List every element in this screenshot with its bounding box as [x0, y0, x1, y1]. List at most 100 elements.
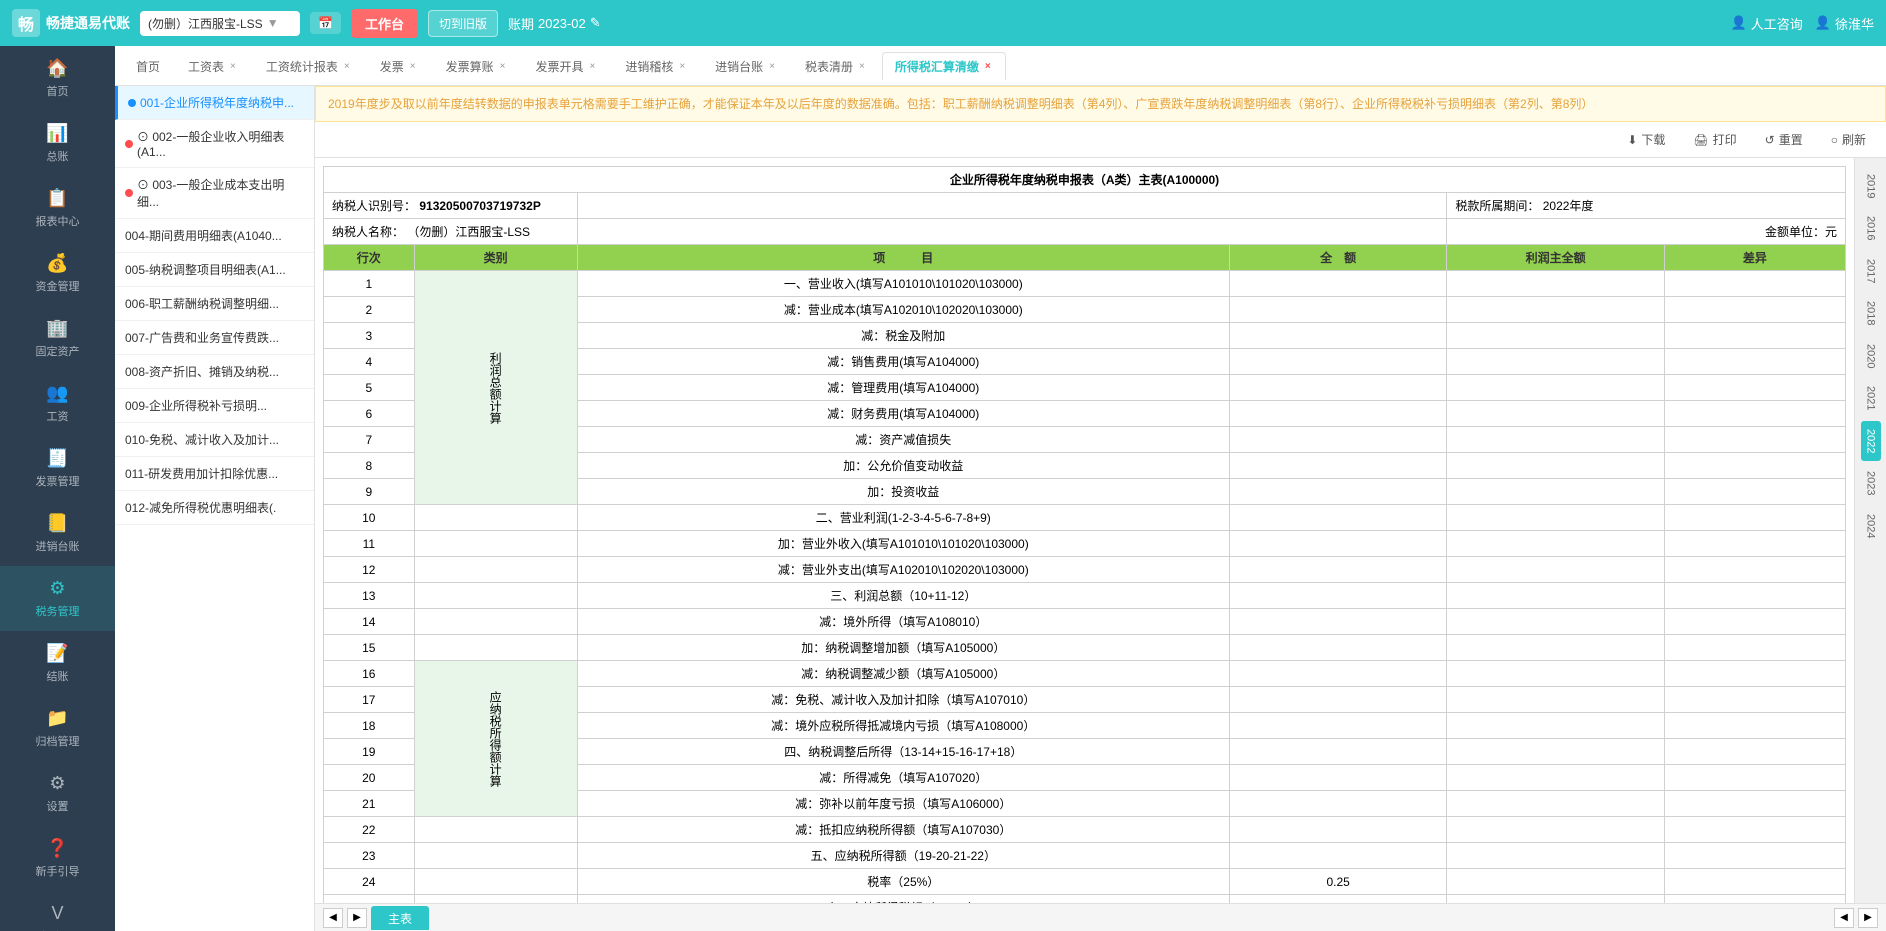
project-9: 加：投资收益	[577, 479, 1229, 505]
tab-sales-audit[interactable]: 进销稽核 ×	[612, 52, 700, 80]
tab-close-sales-audit[interactable]: ×	[677, 61, 687, 72]
row-num-6: 6	[324, 401, 415, 427]
tab-close-invoice-calc[interactable]: ×	[498, 61, 508, 72]
scroll-right-btn[interactable]: ▶	[1858, 908, 1878, 928]
period-label: 账期	[508, 14, 534, 33]
prev-sheet-btn[interactable]: ◀	[323, 908, 343, 928]
tab-close-payroll-stats[interactable]: ×	[342, 61, 352, 72]
app-title: 畅捷通易代账	[46, 13, 130, 33]
diff-5	[1664, 375, 1845, 401]
category-empty-23	[414, 843, 577, 869]
left-panel-item-009[interactable]: 009-企业所得税补亏损明...	[115, 389, 314, 423]
tab-home[interactable]: 首页	[123, 52, 173, 80]
amount-14	[1229, 609, 1446, 635]
settings-icon: ⚙	[49, 773, 65, 794]
tax-period-label: 税款所属期间：	[1455, 199, 1539, 213]
sidebar-item-member[interactable]: V 畅会员	[0, 891, 115, 931]
scroll-left-btn[interactable]: ◀	[1834, 908, 1854, 928]
left-panel-item-006[interactable]: 006-职工薪酬纳税调整明细...	[115, 287, 314, 321]
diff-4	[1664, 349, 1845, 375]
tab-sales-ledger[interactable]: 进销台账 ×	[702, 52, 790, 80]
left-item-label-008: 008-资产折旧、摊销及纳税...	[125, 363, 279, 380]
print-icon: 🖨	[1693, 133, 1708, 147]
left-panel-item-012[interactable]: 012-减免所得税优惠明细表(.	[115, 491, 314, 525]
year-2024[interactable]: 2024	[1861, 506, 1881, 546]
left-panel-item-003[interactable]: ⊙ 003-一般企业成本支出明细...	[115, 168, 314, 219]
app-container: 畅 畅捷通易代账 (勿删）江西服宝-LSS ▼ 📅 工作台 切到旧版 账期 20…	[0, 0, 1886, 931]
year-2023[interactable]: 2023	[1861, 463, 1881, 503]
amount-11	[1229, 531, 1446, 557]
year-2022[interactable]: 2022	[1861, 421, 1881, 461]
switch-old-button[interactable]: 切到旧版	[428, 10, 498, 37]
left-panel-item-001[interactable]: 001-企业所得税年度纳税申...	[115, 86, 314, 120]
year-2020[interactable]: 2020	[1861, 336, 1881, 376]
tab-close-invoice-issue[interactable]: ×	[587, 61, 597, 72]
download-button[interactable]: ⬇ 下载	[1619, 128, 1673, 151]
diff-9	[1664, 479, 1845, 505]
refresh-button[interactable]: ○ 刷新	[1823, 128, 1874, 151]
sidebar-item-home[interactable]: 🏠 首页	[0, 46, 115, 111]
category-empty-15	[414, 635, 577, 661]
row-num-9: 9	[324, 479, 415, 505]
left-panel-item-002[interactable]: ⊙ 002-一般企业收入明细表(A1...	[115, 120, 314, 168]
profit-20	[1447, 765, 1664, 791]
calendar-icon-btn[interactable]: 📅	[310, 12, 341, 34]
bottom-tabs: ◀ ▶ 主表 ◀ ▶	[315, 903, 1886, 931]
tab-close-income-tax[interactable]: ×	[983, 61, 993, 72]
tab-close-invoice[interactable]: ×	[408, 61, 418, 72]
sidebar-item-reports[interactable]: 📋 报表中心	[0, 176, 115, 241]
amount-20	[1229, 765, 1446, 791]
tab-income-tax[interactable]: 所得税汇算清缴 ×	[882, 52, 1006, 80]
sidebar-item-funds[interactable]: 💰 资金管理	[0, 241, 115, 306]
tab-invoice[interactable]: 发票 ×	[367, 52, 431, 80]
bottom-tab-main-label: 主表	[388, 912, 412, 926]
left-panel-item-011[interactable]: 011-研发费用加计扣除优惠...	[115, 457, 314, 491]
user-profile[interactable]: 👤 徐淮华	[1815, 14, 1874, 33]
row-num-12: 12	[324, 557, 415, 583]
project-25: 六、应纳所得税额（23×24）	[577, 895, 1229, 904]
print-button[interactable]: 🖨 打印	[1685, 128, 1744, 151]
salesledger-icon: 📒	[46, 513, 68, 534]
sidebar-item-guide[interactable]: ❓ 新手引导	[0, 826, 115, 891]
year-2016[interactable]: 2016	[1861, 208, 1881, 248]
left-panel-item-004[interactable]: 004-期间费用明细表(A1040...	[115, 219, 314, 253]
ai-consult-btn[interactable]: 👤 人工咨询	[1731, 14, 1803, 33]
tab-close-sales-ledger[interactable]: ×	[767, 61, 777, 72]
left-panel-item-005[interactable]: 005-纳税调整项目明细表(A1...	[115, 253, 314, 287]
left-panel-item-008[interactable]: 008-资产折旧、摊销及纳税...	[115, 355, 314, 389]
next-sheet-btn[interactable]: ▶	[347, 908, 367, 928]
sidebar-item-invoice[interactable]: 🧾 发票管理	[0, 436, 115, 501]
year-2019[interactable]: 2019	[1861, 166, 1881, 206]
year-2017[interactable]: 2017	[1861, 251, 1881, 291]
sidebar-item-assets[interactable]: 🏢 固定资产	[0, 306, 115, 371]
sidebar-item-salesledger[interactable]: 📒 进销台账	[0, 501, 115, 566]
project-23: 五、应纳税所得额（19-20-21-22）	[577, 843, 1229, 869]
tab-invoice-calc[interactable]: 发票算账 ×	[433, 52, 521, 80]
diff-10	[1664, 505, 1845, 531]
workbench-button[interactable]: 工作台	[351, 9, 418, 38]
sidebar-item-ledger[interactable]: 📊 总账	[0, 111, 115, 176]
archive-icon: 📁	[46, 708, 68, 729]
logo-icon: 畅	[12, 9, 40, 37]
warning-bar: 2019年度步及取以前年度结转数据的申报表单元格需要手工维护正确，才能保证本年及…	[315, 86, 1886, 122]
tab-payroll[interactable]: 工资表 ×	[175, 52, 251, 80]
tab-payroll-stats[interactable]: 工资统计报表 ×	[253, 52, 365, 80]
tab-tax-list[interactable]: 税表清册 ×	[792, 52, 880, 80]
sidebar-item-payroll[interactable]: 👥 工资	[0, 371, 115, 436]
profit-17	[1447, 687, 1664, 713]
tab-close-tax-list[interactable]: ×	[857, 61, 867, 72]
tab-close-payroll[interactable]: ×	[228, 61, 238, 72]
left-panel-item-007[interactable]: 007-广告费和业务宣传费跌...	[115, 321, 314, 355]
sidebar-item-archive[interactable]: 📁 归档管理	[0, 696, 115, 761]
tab-invoice-issue[interactable]: 发票开具 ×	[522, 52, 610, 80]
reset-button[interactable]: ↺ 重置	[1757, 128, 1811, 151]
sidebar-item-close[interactable]: 📝 结账	[0, 631, 115, 696]
company-selector[interactable]: (勿删）江西服宝-LSS ▼	[140, 11, 300, 36]
sidebar-item-settings[interactable]: ⚙ 设置	[0, 761, 115, 826]
year-2021[interactable]: 2021	[1861, 378, 1881, 418]
year-2018[interactable]: 2018	[1861, 293, 1881, 333]
sidebar-item-tax[interactable]: ⚙ 税务管理	[0, 566, 115, 631]
left-panel-item-010[interactable]: 010-免税、减计收入及加计...	[115, 423, 314, 457]
bottom-tab-main[interactable]: 主表	[371, 906, 429, 930]
diff-20	[1664, 765, 1845, 791]
